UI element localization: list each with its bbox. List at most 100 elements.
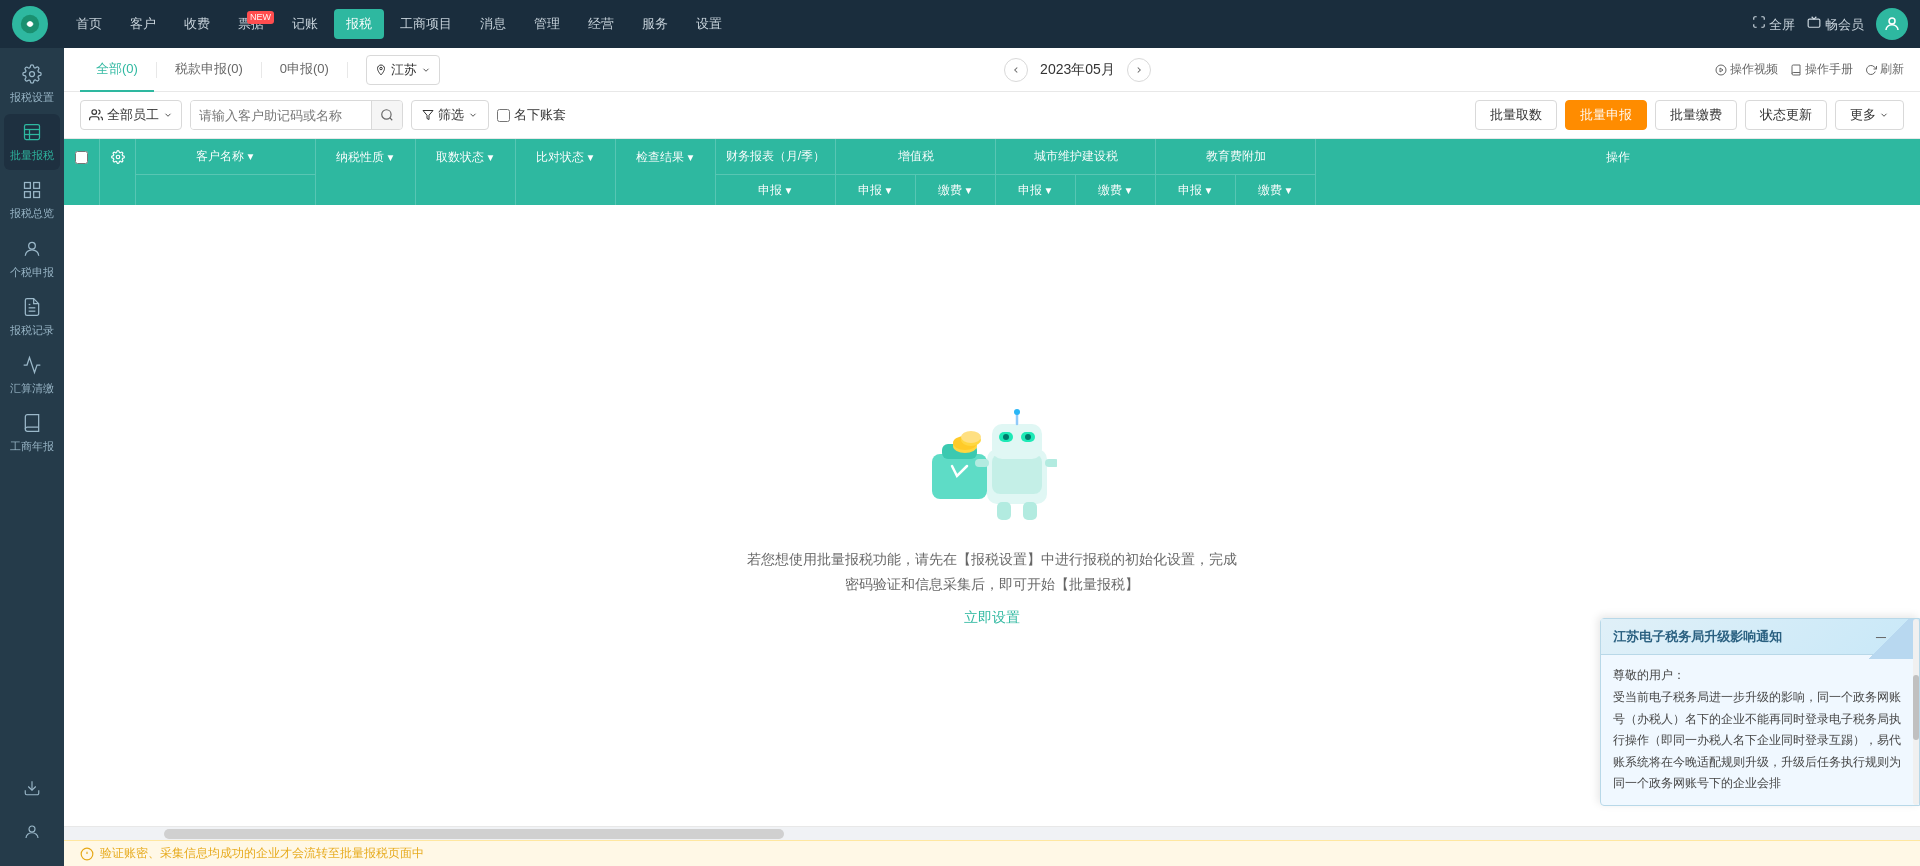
nav-service[interactable]: 服务 bbox=[630, 9, 680, 39]
svg-rect-42 bbox=[975, 459, 989, 467]
more-button[interactable]: 更多 bbox=[1835, 100, 1904, 130]
th-city-declare: 申报 ▼ bbox=[996, 175, 1076, 205]
table-header-scroll[interactable]: 客户名称 ▼ 纳税性质 ▼ 取数状态 ▼ 比对状态 ▼ 检查结果 ▼ 财务报表（… bbox=[64, 139, 1920, 205]
location-icon bbox=[375, 64, 387, 76]
notification-body: 尊敬的用户： 受当前电子税务局进一步升级的影响，同一个政务网账号（办税人）名下的… bbox=[1601, 655, 1919, 805]
edu-pay-filter-icon[interactable]: ▼ bbox=[1284, 185, 1294, 196]
fullscreen-button[interactable]: 全屏 bbox=[1752, 15, 1796, 34]
sidebar-item-tax-summary[interactable]: 报税总览 bbox=[4, 172, 60, 228]
nav-manage[interactable]: 管理 bbox=[522, 9, 572, 39]
nav-billing[interactable]: 收费 bbox=[172, 9, 222, 39]
fetch-status-filter-icon[interactable]: ▼ bbox=[486, 152, 496, 163]
th-fetch-status: 取数状态 ▼ bbox=[416, 139, 516, 175]
tab-divider-2 bbox=[261, 62, 262, 78]
video-button[interactable]: 操作视频 bbox=[1715, 61, 1778, 78]
province-select[interactable]: 江苏 bbox=[366, 55, 440, 85]
nav-tax[interactable]: 报税 bbox=[334, 9, 384, 39]
city-declare-filter-icon[interactable]: ▼ bbox=[1044, 185, 1054, 196]
nav-business[interactable]: 工商项目 bbox=[388, 9, 464, 39]
sidebar-user-button[interactable] bbox=[14, 814, 50, 850]
vat-declare-filter-icon[interactable]: ▼ bbox=[884, 185, 894, 196]
h-scroll-thumb[interactable] bbox=[164, 829, 784, 839]
tax-record-icon bbox=[22, 297, 42, 320]
svg-point-18 bbox=[29, 826, 35, 832]
nav-invoice[interactable]: 票据 NEW bbox=[226, 9, 276, 39]
sidebar-item-annual-report[interactable]: 工商年报 bbox=[4, 405, 60, 461]
search-input[interactable] bbox=[191, 101, 371, 129]
refresh-icon bbox=[1865, 64, 1877, 76]
th-vat-pay: 缴费 ▼ bbox=[916, 175, 996, 205]
notif-minimize-button[interactable]: ─ bbox=[1876, 629, 1886, 645]
batch-fetch-button[interactable]: 批量取数 bbox=[1475, 100, 1557, 130]
fin-declare-filter-icon[interactable]: ▼ bbox=[784, 185, 794, 196]
employee-chevron-icon bbox=[163, 110, 173, 120]
select-all-checkbox[interactable] bbox=[75, 151, 88, 164]
settlement-icon bbox=[22, 355, 42, 378]
sidebar-label-tax-settings: 报税设置 bbox=[10, 91, 54, 104]
vip-button[interactable]: 畅会员 bbox=[1807, 15, 1864, 34]
top-navigation: 首页 客户 收费 票据 NEW 记账 报税 工商项目 消息 管理 经营 服务 设… bbox=[0, 0, 1920, 48]
sidebar-item-tax-record[interactable]: 报税记录 bbox=[4, 289, 60, 345]
filter-label: 筛选 bbox=[438, 106, 464, 124]
warning-icon bbox=[80, 847, 94, 861]
notif-close-button[interactable]: ✕ bbox=[1894, 627, 1907, 646]
edu-declare-filter-icon[interactable]: ▼ bbox=[1204, 185, 1214, 196]
refresh-button[interactable]: 刷新 bbox=[1865, 61, 1904, 78]
tab-zero-declare[interactable]: 0申报(0) bbox=[264, 48, 345, 92]
date-prev-button[interactable] bbox=[1004, 58, 1028, 82]
batch-pay-button[interactable]: 批量缴费 bbox=[1655, 100, 1737, 130]
app-logo[interactable] bbox=[12, 6, 48, 42]
svg-rect-43 bbox=[1045, 459, 1057, 467]
nav-customer[interactable]: 客户 bbox=[118, 9, 168, 39]
tax-type-filter-icon[interactable]: ▼ bbox=[386, 152, 396, 163]
filter-button[interactable]: 筛选 bbox=[411, 100, 489, 130]
employee-select[interactable]: 全部员工 bbox=[80, 100, 182, 130]
nav-home[interactable]: 首页 bbox=[64, 9, 114, 39]
new-badge: NEW bbox=[247, 11, 274, 24]
accounts-checkbox-label[interactable]: 名下账套 bbox=[497, 106, 566, 124]
gear-icon bbox=[111, 150, 125, 164]
svg-rect-10 bbox=[34, 183, 40, 189]
accounts-checkbox[interactable] bbox=[497, 109, 510, 122]
svg-rect-34 bbox=[992, 454, 1042, 494]
th-customer-name: 客户名称 ▼ bbox=[136, 139, 316, 175]
sidebar-download-button[interactable] bbox=[14, 770, 50, 806]
book-icon bbox=[1790, 64, 1802, 76]
nav-message[interactable]: 消息 bbox=[468, 9, 518, 39]
svg-rect-44 bbox=[997, 502, 1011, 520]
search-button[interactable] bbox=[371, 101, 402, 129]
sidebar: 报税设置 批量报税 报税总览 个税申报 bbox=[0, 48, 64, 866]
manual-button[interactable]: 操作手册 bbox=[1790, 61, 1853, 78]
sidebar-item-personal-tax[interactable]: 个税申报 bbox=[4, 231, 60, 287]
compare-status-filter-icon[interactable]: ▼ bbox=[586, 152, 596, 163]
svg-point-38 bbox=[1003, 434, 1009, 440]
sidebar-item-tax-settings[interactable]: 报税设置 bbox=[4, 56, 60, 112]
sidebar-item-settlement[interactable]: 汇算清缴 bbox=[4, 347, 60, 403]
th-fin-declare: 申报 ▼ bbox=[716, 175, 836, 205]
svg-point-22 bbox=[92, 110, 97, 115]
search-input-wrapper bbox=[190, 100, 403, 130]
empty-main-text: 若您想使用批量报税功能，请先在【报税设置】中进行报税的初始化设置，完成密码验证和… bbox=[742, 547, 1242, 597]
nav-settings[interactable]: 设置 bbox=[684, 9, 734, 39]
sidebar-item-batch-tax[interactable]: 批量报税 bbox=[4, 114, 60, 170]
status-update-button[interactable]: 状态更新 bbox=[1745, 100, 1827, 130]
tab-tax-declare[interactable]: 税款申报(0) bbox=[159, 48, 259, 92]
horizontal-scrollbar[interactable] bbox=[64, 826, 1920, 840]
check-result-filter-icon[interactable]: ▼ bbox=[686, 152, 696, 163]
th-edu-pay: 缴费 ▼ bbox=[1236, 175, 1316, 205]
batch-declare-button[interactable]: 批量申报 bbox=[1565, 100, 1647, 130]
vat-pay-filter-icon[interactable]: ▼ bbox=[964, 185, 974, 196]
notification-header: 江苏电子税务局升级影响通知 ─ ✕ bbox=[1601, 619, 1919, 655]
tab-all[interactable]: 全部(0) bbox=[80, 48, 154, 92]
setup-link[interactable]: 立即设置 bbox=[964, 609, 1020, 627]
svg-marker-21 bbox=[1720, 68, 1723, 72]
city-pay-filter-icon[interactable]: ▼ bbox=[1124, 185, 1134, 196]
user-avatar[interactable] bbox=[1876, 8, 1908, 40]
notif-scrollbar-thumb[interactable] bbox=[1913, 675, 1919, 740]
filter-icon bbox=[422, 109, 434, 121]
nav-accounting[interactable]: 记账 bbox=[280, 9, 330, 39]
nav-operation[interactable]: 经营 bbox=[576, 9, 626, 39]
svg-point-4 bbox=[30, 72, 35, 77]
date-next-button[interactable] bbox=[1127, 58, 1151, 82]
customer-name-filter-icon[interactable]: ▼ bbox=[246, 151, 256, 162]
